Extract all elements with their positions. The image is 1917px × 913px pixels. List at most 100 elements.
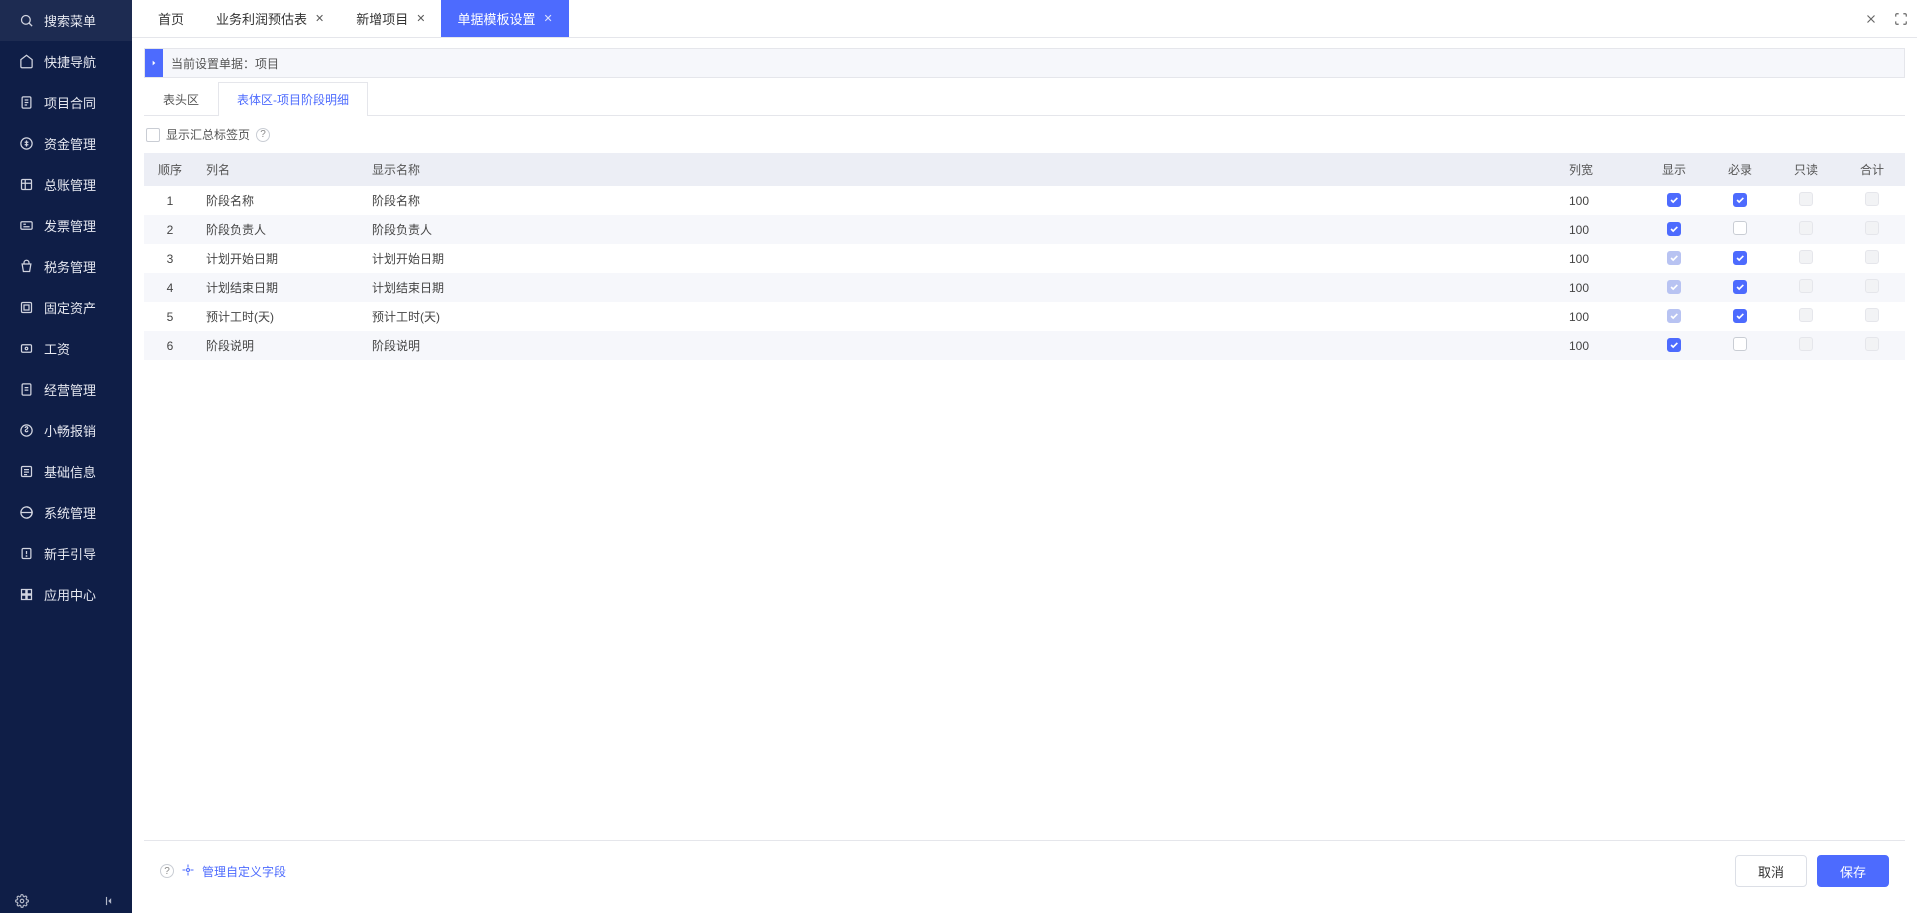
sidebar-item-doc[interactable]: 项目合同 — [0, 82, 132, 123]
sidebar-item-expense[interactable]: 小畅报销 — [0, 410, 132, 451]
inner-tab[interactable]: 表体区-项目阶段明细 — [218, 82, 368, 116]
sidebar-item-salary[interactable]: 工资 — [0, 328, 132, 369]
close-all-icon[interactable] — [1863, 11, 1879, 27]
tab[interactable]: 新增项目✕ — [340, 0, 441, 37]
sidebar-item-asset[interactable]: 固定资产 — [0, 287, 132, 328]
money-icon — [18, 136, 34, 152]
cell-display-name[interactable]: 计划结束日期 — [362, 273, 1559, 302]
banner: 当前设置单据：项目 — [144, 48, 1905, 78]
th-show: 显示 — [1641, 153, 1707, 186]
banner-toggle-icon[interactable] — [145, 49, 163, 77]
show-checkbox[interactable] — [1667, 193, 1681, 207]
sidebar-item-tax[interactable]: 税务管理 — [0, 246, 132, 287]
sidebar-item-label: 快捷导航 — [44, 52, 96, 71]
required-checkbox[interactable] — [1733, 337, 1747, 351]
footer-gear-icon — [182, 864, 194, 879]
cell-col-name: 阶段负责人 — [196, 215, 362, 244]
help-icon[interactable]: ? — [256, 128, 270, 142]
cell-display-name[interactable]: 阶段名称 — [362, 186, 1559, 215]
sidebar-item-label: 经营管理 — [44, 380, 96, 399]
sidebar-item-label: 小畅报销 — [44, 421, 96, 440]
inner-tabs: 表头区表体区-项目阶段明细 — [144, 82, 1905, 116]
inner-tab[interactable]: 表头区 — [144, 82, 218, 116]
cell-col-name: 阶段名称 — [196, 186, 362, 215]
show-checkbox — [1667, 280, 1681, 294]
biz-icon — [18, 382, 34, 398]
show-checkbox — [1667, 309, 1681, 323]
cell-display-name[interactable]: 阶段负责人 — [362, 215, 1559, 244]
th-readonly: 只读 — [1773, 153, 1839, 186]
cell-order: 3 — [144, 244, 196, 273]
cell-order: 2 — [144, 215, 196, 244]
sidebar-item-label: 应用中心 — [44, 585, 96, 604]
tax-icon — [18, 259, 34, 275]
asset-icon — [18, 300, 34, 316]
tab[interactable]: 单据模板设置✕ — [441, 0, 568, 37]
sidebar-item-invoice[interactable]: 发票管理 — [0, 205, 132, 246]
cell-display-name[interactable]: 预计工时(天) — [362, 302, 1559, 331]
required-checkbox[interactable] — [1733, 309, 1747, 323]
cell-width[interactable]: 100 — [1559, 273, 1641, 302]
table-row: 6阶段说明阶段说明100 — [144, 331, 1905, 360]
system-icon — [18, 505, 34, 521]
required-checkbox[interactable] — [1733, 280, 1747, 294]
sidebar-item-label: 发票管理 — [44, 216, 96, 235]
sidebar-item-home[interactable]: 快捷导航 — [0, 41, 132, 82]
required-checkbox[interactable] — [1733, 251, 1747, 265]
tab-close-icon[interactable]: ✕ — [416, 12, 425, 25]
required-checkbox[interactable] — [1733, 221, 1747, 235]
save-button[interactable]: 保存 — [1817, 855, 1889, 887]
tab-label: 业务利润预估表 — [216, 9, 307, 28]
cell-display-name[interactable]: 阶段说明 — [362, 331, 1559, 360]
sidebar-item-biz[interactable]: 经营管理 — [0, 369, 132, 410]
doc-icon — [18, 95, 34, 111]
cell-width[interactable]: 100 — [1559, 215, 1641, 244]
cell-col-name: 预计工时(天) — [196, 302, 362, 331]
footer-help-icon[interactable]: ? — [160, 864, 174, 878]
tab[interactable]: 首页 — [142, 0, 200, 37]
sidebar-item-label: 系统管理 — [44, 503, 96, 522]
tab[interactable]: 业务利润预估表 ✕ — [200, 0, 340, 37]
table-row: 1阶段名称阶段名称100 — [144, 186, 1905, 215]
cell-col-name: 计划开始日期 — [196, 244, 362, 273]
fullscreen-icon[interactable] — [1893, 11, 1909, 27]
manage-custom-fields-link[interactable]: 管理自定义字段 — [202, 863, 286, 880]
tab-close-icon[interactable]: ✕ — [544, 12, 553, 25]
tab-close-icon[interactable]: ✕ — [315, 12, 324, 25]
cell-order: 4 — [144, 273, 196, 302]
sidebar-item-guide[interactable]: 新手引导 — [0, 533, 132, 574]
table-row: 3计划开始日期计划开始日期100 — [144, 244, 1905, 273]
readonly-checkbox — [1799, 192, 1813, 206]
sidebar-item-apps[interactable]: 应用中心 — [0, 574, 132, 615]
total-checkbox — [1865, 192, 1879, 206]
cell-display-name[interactable]: 计划开始日期 — [362, 244, 1559, 273]
settings-icon[interactable] — [14, 893, 30, 909]
sidebar-item-info[interactable]: 基础信息 — [0, 451, 132, 492]
total-checkbox — [1865, 337, 1879, 351]
sidebar-item-search[interactable]: 搜索菜单 — [0, 0, 132, 41]
sidebar-item-label: 基础信息 — [44, 462, 96, 481]
summary-checkbox[interactable] — [146, 128, 160, 142]
sidebar-item-money[interactable]: 资金管理 — [0, 123, 132, 164]
banner-text: 当前设置单据：项目 — [171, 55, 279, 72]
required-checkbox[interactable] — [1733, 193, 1747, 207]
cell-order: 1 — [144, 186, 196, 215]
cell-width[interactable]: 100 — [1559, 331, 1641, 360]
main: 首页业务利润预估表✕新增项目✕单据模板设置✕ 当前设置单据：项目 表头区表体区-… — [132, 0, 1917, 913]
sidebar-item-label: 搜索菜单 — [44, 11, 96, 30]
cell-width[interactable]: 100 — [1559, 244, 1641, 273]
sidebar-item-label: 新手引导 — [44, 544, 96, 563]
table-row: 2阶段负责人阶段负责人100 — [144, 215, 1905, 244]
collapse-icon[interactable] — [102, 893, 118, 909]
apps-icon — [18, 587, 34, 603]
cancel-button[interactable]: 取消 — [1735, 855, 1807, 887]
show-checkbox[interactable] — [1667, 222, 1681, 236]
toolbar: 显示汇总标签页 ? — [144, 116, 1905, 153]
cell-width[interactable]: 100 — [1559, 302, 1641, 331]
sidebar-item-system[interactable]: 系统管理 — [0, 492, 132, 533]
sidebar-item-book[interactable]: 总账管理 — [0, 164, 132, 205]
book-icon — [18, 177, 34, 193]
readonly-checkbox — [1799, 221, 1813, 235]
cell-width[interactable]: 100 — [1559, 186, 1641, 215]
show-checkbox[interactable] — [1667, 338, 1681, 352]
